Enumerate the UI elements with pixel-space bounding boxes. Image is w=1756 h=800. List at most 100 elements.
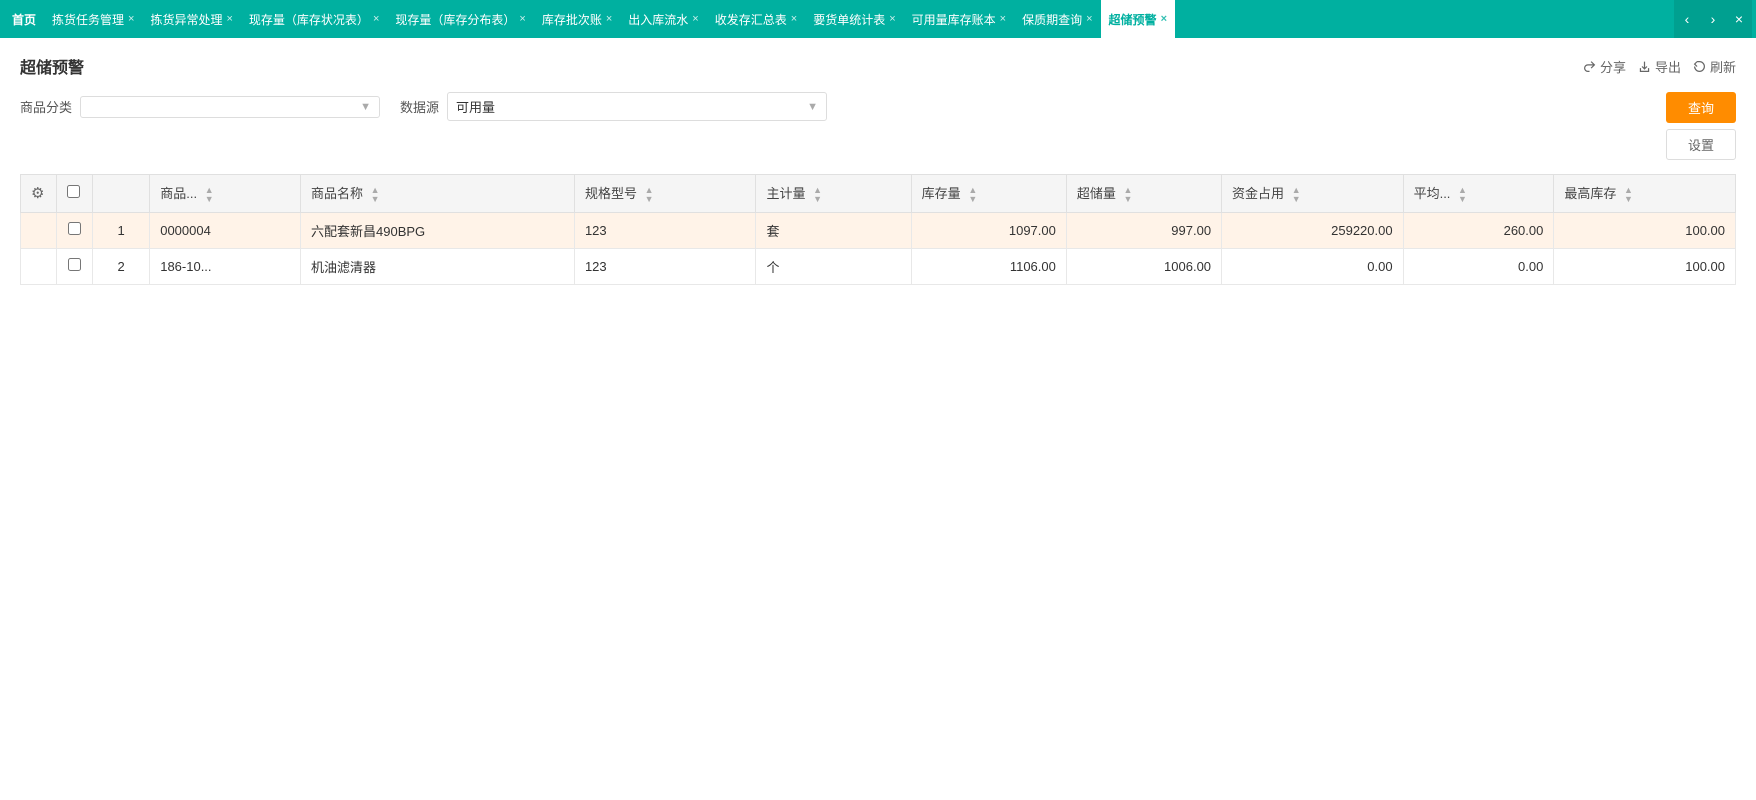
sort-icon-capital[interactable]: ▲▼ <box>1292 186 1301 204</box>
nav-arrow-left[interactable]: ‹ <box>1674 0 1700 38</box>
query-button[interactable]: 查询 <box>1666 92 1736 123</box>
table-body: 1 0000004 六配套新昌490BPG 123 套 1097.00 997.… <box>21 212 1736 284</box>
th-max: 最高库存 ▲▼ <box>1554 175 1736 213</box>
td-code-1: 186-10... <box>150 248 301 284</box>
th-name: 商品名称 ▲▼ <box>301 175 575 213</box>
page-content: 超储预警 分享 导出 刷新 <box>0 38 1756 301</box>
th-avg: 平均... ▲▼ <box>1403 175 1554 213</box>
nav-close-in-out-flow[interactable]: × <box>692 13 698 25</box>
td-spec-1: 123 <box>574 248 756 284</box>
td-overstock-0: 997.00 <box>1066 212 1221 248</box>
sort-icon-max[interactable]: ▲▼ <box>1624 186 1633 204</box>
td-capital-0: 259220.00 <box>1222 212 1404 248</box>
nav-close-summary[interactable]: × <box>791 13 797 25</box>
td-avg-1: 0.00 <box>1403 248 1554 284</box>
nav-order-stats[interactable]: 要货单统计表 × <box>805 0 903 38</box>
sort-icon-spec[interactable]: ▲▼ <box>645 186 654 204</box>
select-all-checkbox[interactable] <box>67 185 80 198</box>
nav-arrows: ‹ › × <box>1674 0 1752 38</box>
data-table: ⚙ 商品... ▲▼ 商品名称 ▲▼ 规格型号 ▲▼ <box>20 174 1736 285</box>
nav-close-overstock[interactable]: × <box>1161 13 1167 25</box>
td-capital-1: 0.00 <box>1222 248 1404 284</box>
row-checkbox-0[interactable] <box>68 222 81 235</box>
page-title: 超储预警 <box>20 54 84 78</box>
sort-icon-stock[interactable]: ▲▼ <box>968 186 977 204</box>
nav-home[interactable]: 首页 <box>4 0 44 38</box>
th-checkbox <box>57 175 93 213</box>
nav-close-batch-account[interactable]: × <box>606 13 612 25</box>
category-filter-item: 商品分类 ▼ <box>20 96 380 118</box>
td-rownum-0: 1 <box>93 212 150 248</box>
filter-main: 商品分类 ▼ 数据源 可用量 ▼ <box>20 92 1650 121</box>
nav-stock-dist[interactable]: 现存量（库存分布表） × <box>387 0 533 38</box>
nav-close-exception[interactable]: × <box>226 13 232 25</box>
category-select[interactable]: ▼ <box>80 96 380 118</box>
settings-button[interactable]: 设置 <box>1666 129 1736 160</box>
nav-in-out-flow[interactable]: 出入库流水 × <box>620 0 706 38</box>
datasource-select[interactable]: 可用量 ▼ <box>447 92 827 121</box>
table-row: 1 0000004 六配套新昌490BPG 123 套 1097.00 997.… <box>21 212 1736 248</box>
td-unit-1: 个 <box>756 248 911 284</box>
td-stock-0: 1097.00 <box>911 212 1066 248</box>
nav-batch-account[interactable]: 库存批次账 × <box>534 0 620 38</box>
nav-close-stock-status[interactable]: × <box>373 13 379 25</box>
nav-available-book[interactable]: 可用量库存账本 × <box>904 0 1014 38</box>
nav-stock-status[interactable]: 现存量（库存状况表） × <box>241 0 387 38</box>
th-code: 商品... ▲▼ <box>150 175 301 213</box>
category-dropdown-icon: ▼ <box>360 101 371 113</box>
nav-close-available-book[interactable]: × <box>1000 13 1006 25</box>
filter-row: 商品分类 ▼ 数据源 可用量 ▼ <box>20 92 1650 121</box>
td-name-0: 六配套新昌490BPG <box>301 212 575 248</box>
nav-expiry[interactable]: 保质期查询 × <box>1014 0 1100 38</box>
export-button[interactable]: 导出 <box>1638 57 1681 76</box>
share-icon <box>1583 60 1596 73</box>
td-avg-0: 260.00 <box>1403 212 1554 248</box>
sort-icon-code[interactable]: ▲▼ <box>205 186 214 204</box>
table-header: ⚙ 商品... ▲▼ 商品名称 ▲▼ 规格型号 ▲▼ <box>21 175 1736 213</box>
nav-summary[interactable]: 收发存汇总表 × <box>707 0 805 38</box>
th-unit: 主计量 ▲▼ <box>756 175 911 213</box>
td-code-0: 0000004 <box>150 212 301 248</box>
nav-close-stock-dist[interactable]: × <box>519 13 525 25</box>
row-checkbox-1[interactable] <box>68 258 81 271</box>
datasource-label: 数据源 <box>400 97 439 116</box>
td-checkbox-1 <box>57 248 93 284</box>
td-gear-0 <box>21 212 57 248</box>
top-nav: 首页 拣货任务管理 × 拣货异常处理 × 现存量（库存状况表） × 现存量（库存… <box>0 0 1756 38</box>
td-rownum-1: 2 <box>93 248 150 284</box>
td-max-0: 100.00 <box>1554 212 1736 248</box>
nav-close-task-mgmt[interactable]: × <box>128 13 134 25</box>
nav-exception[interactable]: 拣货异常处理 × <box>142 0 240 38</box>
th-spec: 规格型号 ▲▼ <box>574 175 756 213</box>
datasource-filter-item: 数据源 可用量 ▼ <box>400 92 827 121</box>
nav-arrow-right[interactable]: › <box>1700 0 1726 38</box>
th-capital: 资金占用 ▲▼ <box>1222 175 1404 213</box>
share-button[interactable]: 分享 <box>1583 57 1626 76</box>
th-overstock: 超储量 ▲▼ <box>1066 175 1221 213</box>
th-row-num <box>93 175 150 213</box>
td-spec-0: 123 <box>574 212 756 248</box>
sort-icon-avg[interactable]: ▲▼ <box>1458 186 1467 204</box>
sort-icon-unit[interactable]: ▲▼ <box>813 186 822 204</box>
category-label: 商品分类 <box>20 97 72 116</box>
td-unit-0: 套 <box>756 212 911 248</box>
gear-icon[interactable]: ⚙ <box>31 185 44 202</box>
nav-arrow-close-all[interactable]: × <box>1726 0 1752 38</box>
sort-icon-name[interactable]: ▲▼ <box>371 186 380 204</box>
td-overstock-1: 1006.00 <box>1066 248 1221 284</box>
nav-close-expiry[interactable]: × <box>1086 13 1092 25</box>
sort-icon-overstock[interactable]: ▲▼ <box>1124 186 1133 204</box>
table-row: 2 186-10... 机油滤清器 123 个 1106.00 1006.00 … <box>21 248 1736 284</box>
export-icon <box>1638 60 1651 73</box>
datasource-select-value: 可用量 <box>456 97 495 116</box>
filter-section: 商品分类 ▼ 数据源 可用量 ▼ 查询 设置 <box>20 92 1736 160</box>
th-gear: ⚙ <box>21 175 57 213</box>
nav-close-order-stats[interactable]: × <box>889 13 895 25</box>
nav-task-mgmt[interactable]: 拣货任务管理 × <box>44 0 142 38</box>
refresh-button[interactable]: 刷新 <box>1693 57 1736 76</box>
refresh-icon <box>1693 60 1706 73</box>
nav-overstock[interactable]: 超储预警 × <box>1101 0 1175 38</box>
action-buttons: 查询 设置 <box>1666 92 1736 160</box>
td-gear-1 <box>21 248 57 284</box>
td-checkbox-0 <box>57 212 93 248</box>
